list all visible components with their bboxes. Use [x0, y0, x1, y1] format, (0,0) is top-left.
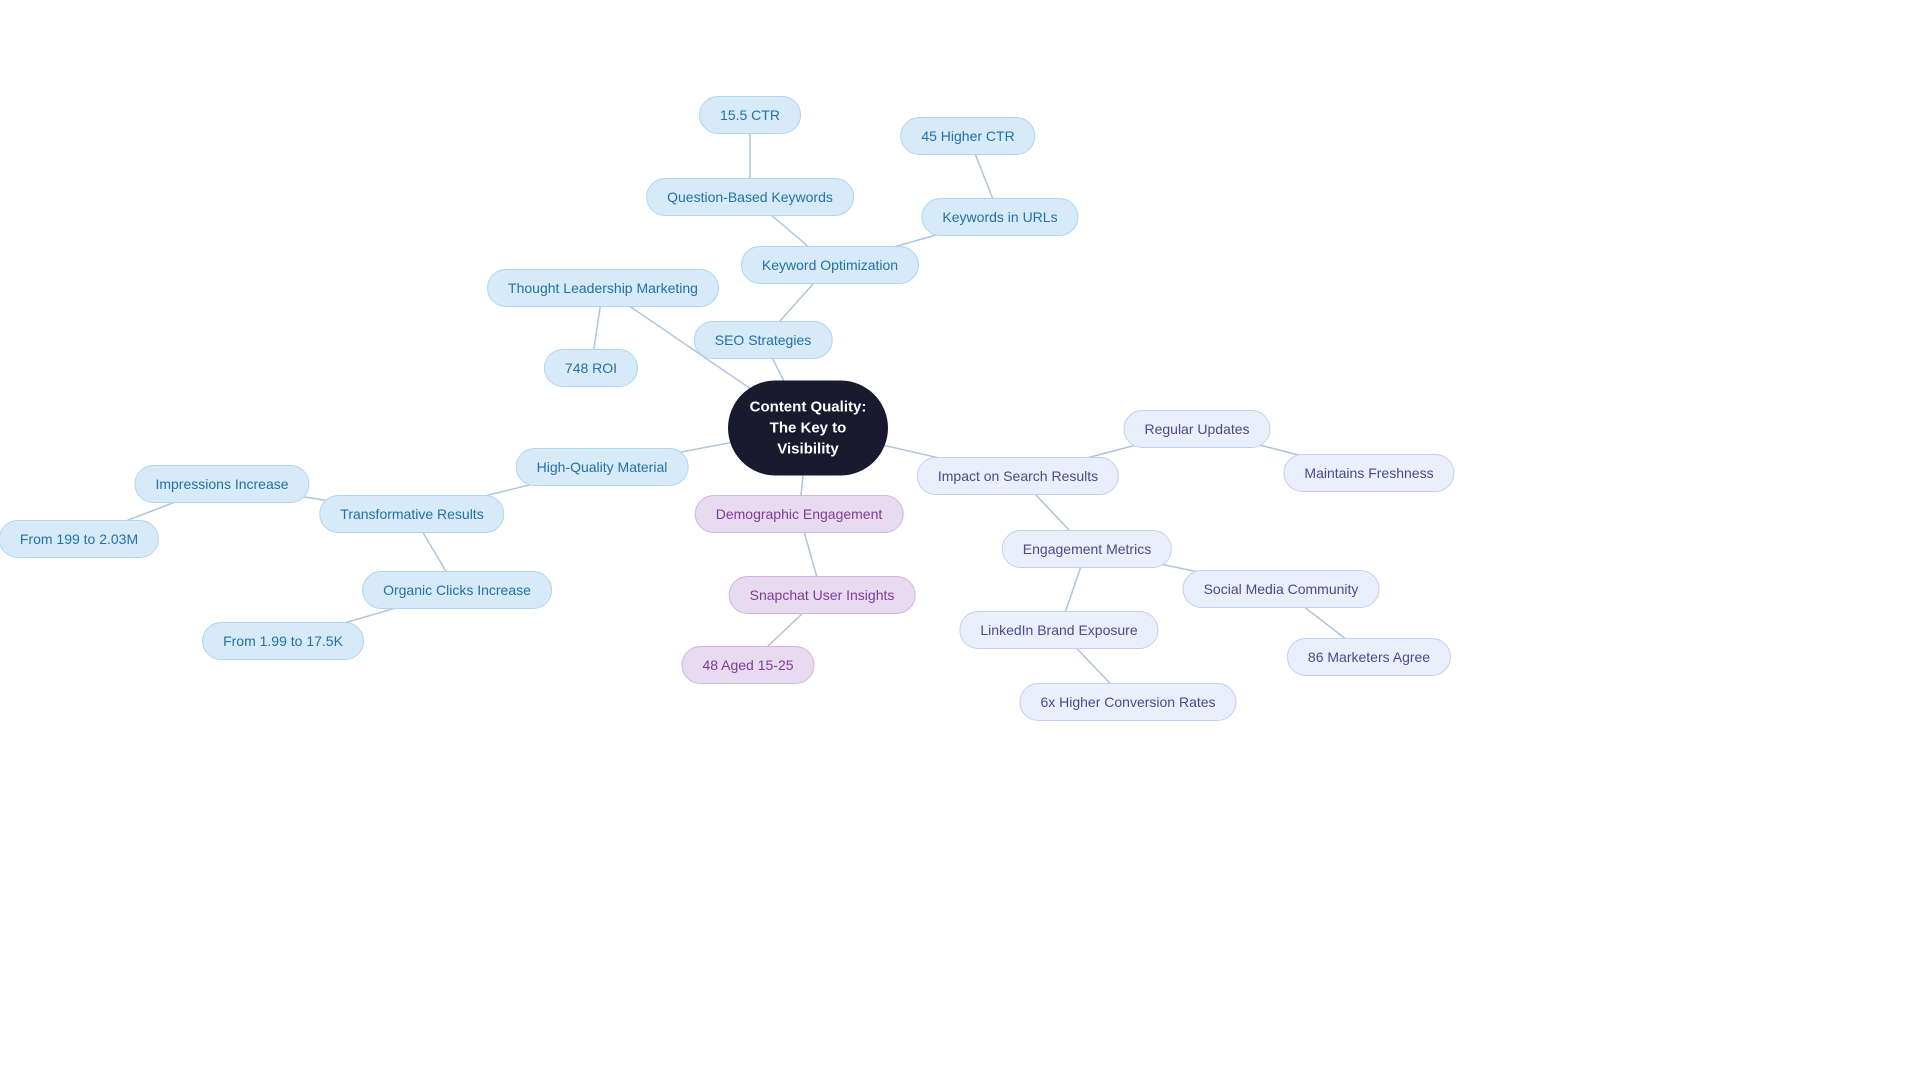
social-media-community-node[interactable]: Social Media Community: [1183, 570, 1380, 608]
maintains-freshness-node[interactable]: Maintains Freshness: [1283, 454, 1454, 492]
keywords-in-urls-node[interactable]: Keywords in URLs: [921, 198, 1078, 236]
transformative-results-node[interactable]: Transformative Results: [319, 495, 504, 533]
748-roi-node[interactable]: 748 ROI: [544, 349, 638, 387]
48-aged-15-25-node[interactable]: 48 Aged 15-25: [681, 646, 814, 684]
seo-strategies-node[interactable]: SEO Strategies: [694, 321, 833, 359]
from-199-to-175k-node[interactable]: From 1.99 to 17.5K: [202, 622, 364, 660]
connection-lines: [0, 0, 1920, 1083]
engagement-metrics-node[interactable]: Engagement Metrics: [1002, 530, 1172, 568]
from-199-to-203m-node[interactable]: From 199 to 2.03M: [0, 520, 159, 558]
snapchat-user-insights-node[interactable]: Snapchat User Insights: [729, 576, 916, 614]
86-marketers-agree-node[interactable]: 86 Marketers Agree: [1287, 638, 1451, 676]
demographic-engagement-node[interactable]: Demographic Engagement: [695, 495, 904, 533]
impressions-increase-node[interactable]: Impressions Increase: [134, 465, 309, 503]
45-higher-ctr-node[interactable]: 45 Higher CTR: [900, 117, 1035, 155]
thought-leadership-node[interactable]: Thought Leadership Marketing: [487, 269, 719, 307]
organic-clicks-increase-node[interactable]: Organic Clicks Increase: [362, 571, 552, 609]
6x-higher-conversion-node[interactable]: 6x Higher Conversion Rates: [1019, 683, 1236, 721]
question-based-keywords-node[interactable]: Question-Based Keywords: [646, 178, 854, 216]
keyword-optimization-node[interactable]: Keyword Optimization: [741, 246, 919, 284]
impact-on-search-results-node[interactable]: Impact on Search Results: [917, 457, 1119, 495]
linkedin-brand-exposure-node[interactable]: LinkedIn Brand Exposure: [959, 611, 1158, 649]
high-quality-material-node[interactable]: High-Quality Material: [516, 448, 689, 486]
15-5-ctr-node[interactable]: 15.5 CTR: [699, 96, 801, 134]
regular-updates-node[interactable]: Regular Updates: [1123, 410, 1270, 448]
center-node[interactable]: Content Quality: The Key to Visibility: [728, 381, 888, 476]
